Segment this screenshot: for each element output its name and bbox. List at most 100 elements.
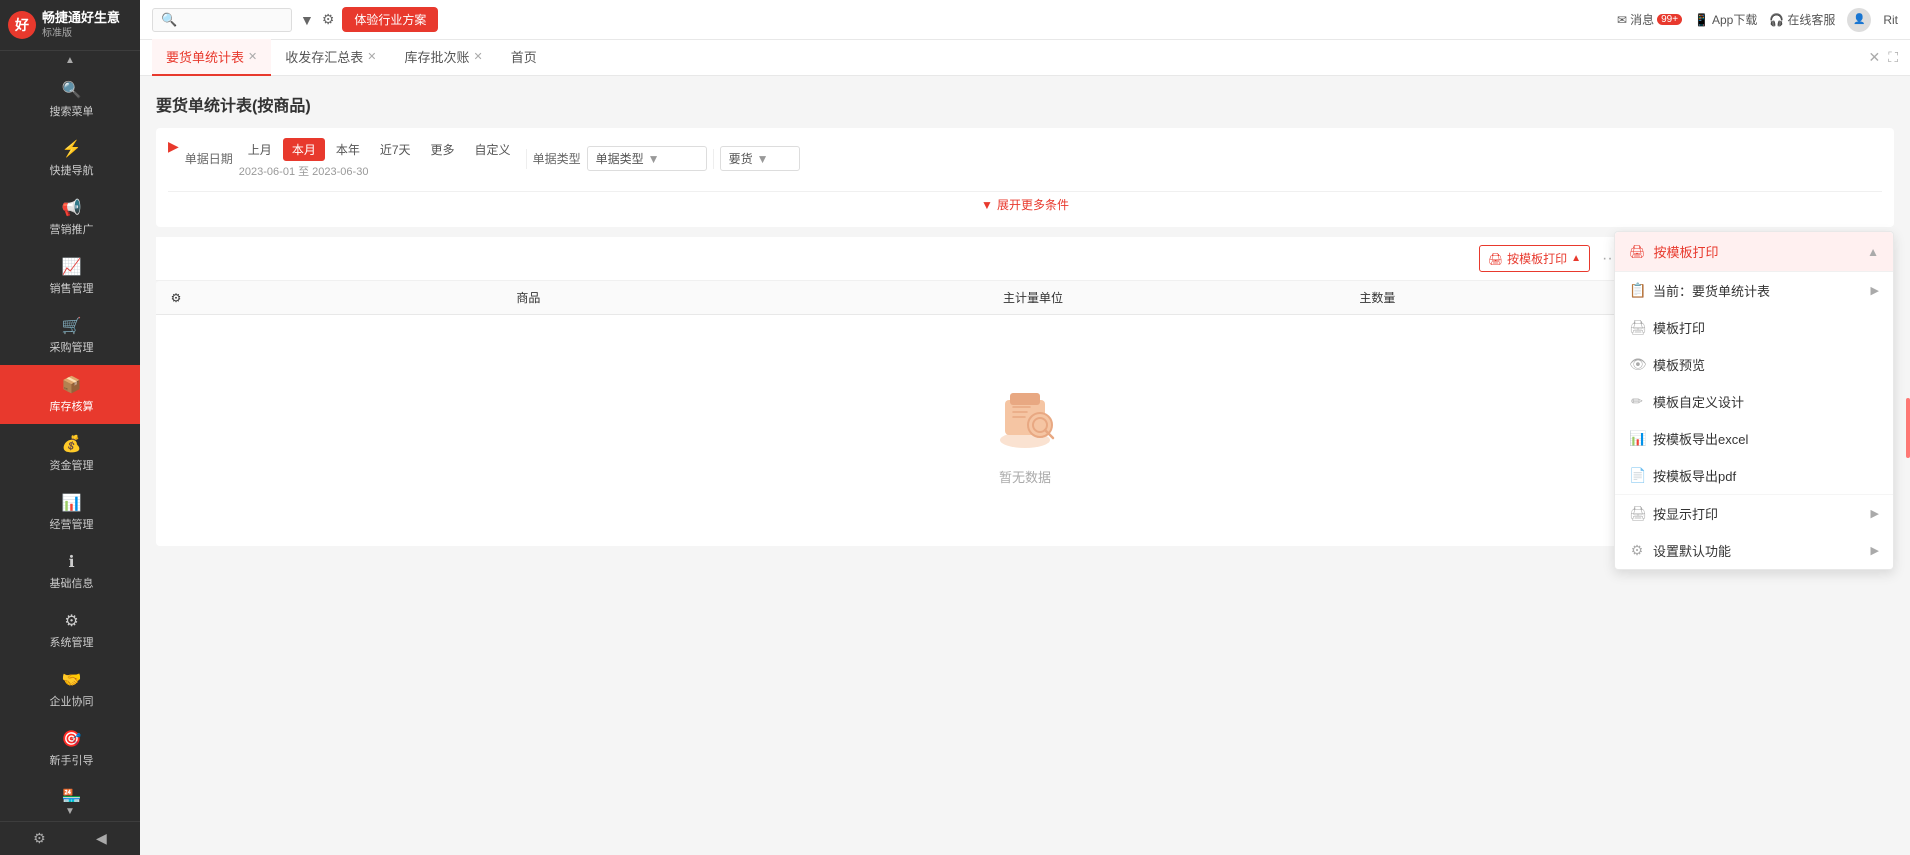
dropdown-title: 按模板打印	[1654, 242, 1719, 261]
topbar-gear-icon[interactable]: ▼	[300, 12, 314, 28]
nav-label-marketing: 营销推广	[50, 221, 94, 237]
main-content: 要货单统计表(按商品) ▶ 单据日期 上月本月本年近7天更多自定义 2023-0…	[140, 76, 1910, 855]
sidebar-item-marketing[interactable]: 📢 营销推广	[0, 188, 140, 247]
expand-filter-btn[interactable]: ▼ 展开更多条件	[168, 191, 1882, 217]
download-icon: 📱	[1694, 13, 1709, 27]
nav-label-search: 搜索菜单	[50, 103, 94, 119]
dropdown-item-template_print[interactable]: 🖨 模板打印	[1615, 309, 1893, 346]
empty-text: 暂无数据	[999, 467, 1051, 486]
sidebar-item-collab[interactable]: 🤝 企业协同	[0, 660, 140, 719]
export_pdf-icon: 📄	[1629, 467, 1645, 484]
right-scrollbar[interactable]	[1906, 398, 1910, 458]
sidebar-item-basic[interactable]: ℹ 基础信息	[0, 542, 140, 601]
print-template-btn[interactable]: 🖨 按模板打印 ▲	[1479, 245, 1590, 272]
tab-maximize-btn[interactable]: ⛶	[1888, 49, 1898, 66]
app-version: 标准版	[42, 27, 120, 40]
shortcut-icon: ⚡	[62, 139, 82, 159]
sidebar-item-system[interactable]: ⚙ 系统管理	[0, 601, 140, 660]
finance-icon: 💰	[62, 434, 82, 454]
dropdown-collapse-icon[interactable]: ▲	[1867, 245, 1879, 259]
sidebar-item-operation[interactable]: 📊 经营管理	[0, 483, 140, 542]
type-filter-select[interactable]: 单据类型 ▼	[587, 146, 707, 171]
sidebar-logo: 好 畅捷通好生意 标准版	[0, 0, 140, 51]
date-btn-更多[interactable]: 更多	[422, 138, 464, 161]
settings-icon[interactable]: ⚙	[33, 830, 46, 847]
export_excel-icon: 📊	[1629, 430, 1645, 447]
dropdown-header-actions: ▲	[1867, 245, 1879, 259]
date-btn-自定义[interactable]: 自定义	[466, 138, 520, 161]
dropdown-section-display_print[interactable]: 🖨 按显示打印 ▶	[1615, 495, 1893, 532]
dropdown-sections: 🖨 按显示打印 ▶ ⚙ 设置默认功能 ▶	[1615, 494, 1893, 569]
appstore-icon: 🏪	[62, 788, 82, 802]
date-btn-本年[interactable]: 本年	[327, 138, 369, 161]
tab-collection[interactable]: 收发存汇总表✕	[271, 39, 390, 76]
sidebar-item-finance[interactable]: 💰 资金管理	[0, 424, 140, 483]
export_pdf-label: 按模板导出pdf	[1653, 466, 1736, 485]
dropdown-section-set_default[interactable]: ⚙ 设置默认功能 ▶	[1615, 532, 1893, 569]
topbar-search-input[interactable]	[181, 13, 281, 27]
topbar-search-box[interactable]: 🔍	[152, 8, 292, 32]
dropdown-item-template_design[interactable]: ✏ 模板自定义设计	[1615, 383, 1893, 420]
dropdown-current-template[interactable]: 📋 当前：要货单统计表 ▶	[1615, 272, 1893, 309]
sidebar-item-search[interactable]: 🔍 搜索菜单	[0, 70, 140, 129]
sidebar-item-inventory[interactable]: 📦 库存核算	[0, 365, 140, 424]
sidebar-bottom: ⚙ ◀	[0, 821, 140, 855]
user-name[interactable]: Rit	[1883, 13, 1898, 27]
set_default-arrow: ▶	[1871, 544, 1879, 557]
message-action[interactable]: ✉ 消息 99+	[1617, 11, 1682, 28]
tab-close-order_stats[interactable]: ✕	[248, 50, 257, 63]
sidebar-scroll-up[interactable]: ▲	[63, 53, 77, 68]
basic-icon: ℹ	[68, 552, 74, 572]
tab-close-window-btn[interactable]: ✕	[1868, 49, 1880, 66]
tab-close-batch[interactable]: ✕	[473, 50, 482, 63]
expand-icon: ▼	[981, 198, 993, 212]
sidebar-item-purchase[interactable]: 🛒 采购管理	[0, 306, 140, 365]
type-filter-label: 单据类型	[533, 150, 581, 167]
dropdown-item-template_preview[interactable]: 👁 模板预览	[1615, 346, 1893, 383]
tab-close-collection[interactable]: ✕	[367, 50, 376, 63]
nav-label-sales: 销售管理	[50, 280, 94, 296]
order-type-select[interactable]: 要货 ▼	[720, 146, 800, 171]
tab-label-batch: 库存批次账	[404, 47, 469, 66]
dropdown-title-group: 🖨 按模板打印	[1629, 242, 1719, 261]
dropdown-item-export_pdf[interactable]: 📄 按模板导出pdf	[1615, 457, 1893, 494]
sidebar-item-shortcut[interactable]: ⚡ 快捷导航	[0, 129, 140, 188]
tab-order_stats[interactable]: 要货单统计表✕	[152, 39, 271, 76]
sidebar-scroll-down[interactable]: ▼	[63, 804, 77, 819]
nav-label-collab: 企业协同	[50, 693, 94, 709]
page-title: 要货单统计表(按商品)	[156, 92, 1894, 116]
date-btn-近7天[interactable]: 近7天	[371, 138, 420, 161]
table-col-3: 主数量	[1205, 289, 1549, 306]
customer-service-label: 在线客服	[1787, 11, 1835, 28]
filter-collapse-icon[interactable]: ▶	[168, 138, 179, 155]
message-badge: 99+	[1657, 14, 1682, 25]
sidebar-item-appstore[interactable]: 🏪 应用中心	[0, 778, 140, 802]
sidebar-item-guide[interactable]: 🎯 新手引导	[0, 719, 140, 778]
customer-service-action[interactable]: 🎧 在线客服	[1769, 11, 1835, 28]
collab-icon: 🤝	[62, 670, 82, 690]
user-avatar[interactable]: 👤	[1847, 8, 1871, 32]
current-template-arrow: ▶	[1871, 284, 1879, 297]
app-logo-text: 畅捷通好生意 标准版	[42, 10, 120, 40]
dropdown-header: 🖨 按模板打印 ▲	[1615, 232, 1893, 272]
tab-home[interactable]: 首页	[497, 39, 551, 76]
filter-divider-2	[713, 149, 714, 169]
date-buttons-group: 上月本月本年近7天更多自定义	[239, 138, 520, 161]
sales-icon: 📈	[62, 257, 82, 277]
date-btn-上月[interactable]: 上月	[239, 138, 281, 161]
promo-button[interactable]: 体验行业方案	[342, 7, 438, 32]
dropdown-item-export_excel[interactable]: 📊 按模板导出excel	[1615, 420, 1893, 457]
date-btn-本月[interactable]: 本月	[283, 138, 325, 161]
display_print-arrow: ▶	[1871, 507, 1879, 520]
app-download-action[interactable]: 📱 App下载	[1694, 11, 1757, 28]
table-gear-icon[interactable]: ⚙	[171, 291, 182, 305]
topbar-settings-icon[interactable]: ⚙	[322, 11, 335, 28]
app-name: 畅捷通好生意	[42, 10, 120, 27]
collapse-icon[interactable]: ◀	[96, 830, 107, 847]
dropdown-print-icon: 🖨	[1629, 244, 1646, 260]
sidebar-item-sales[interactable]: 📈 销售管理	[0, 247, 140, 306]
display_print-icon: 🖨	[1629, 505, 1645, 522]
nav-label-basic: 基础信息	[50, 575, 94, 591]
tab-batch[interactable]: 库存批次账 ✕	[390, 39, 496, 76]
order-type-arrow: ▼	[757, 152, 769, 166]
